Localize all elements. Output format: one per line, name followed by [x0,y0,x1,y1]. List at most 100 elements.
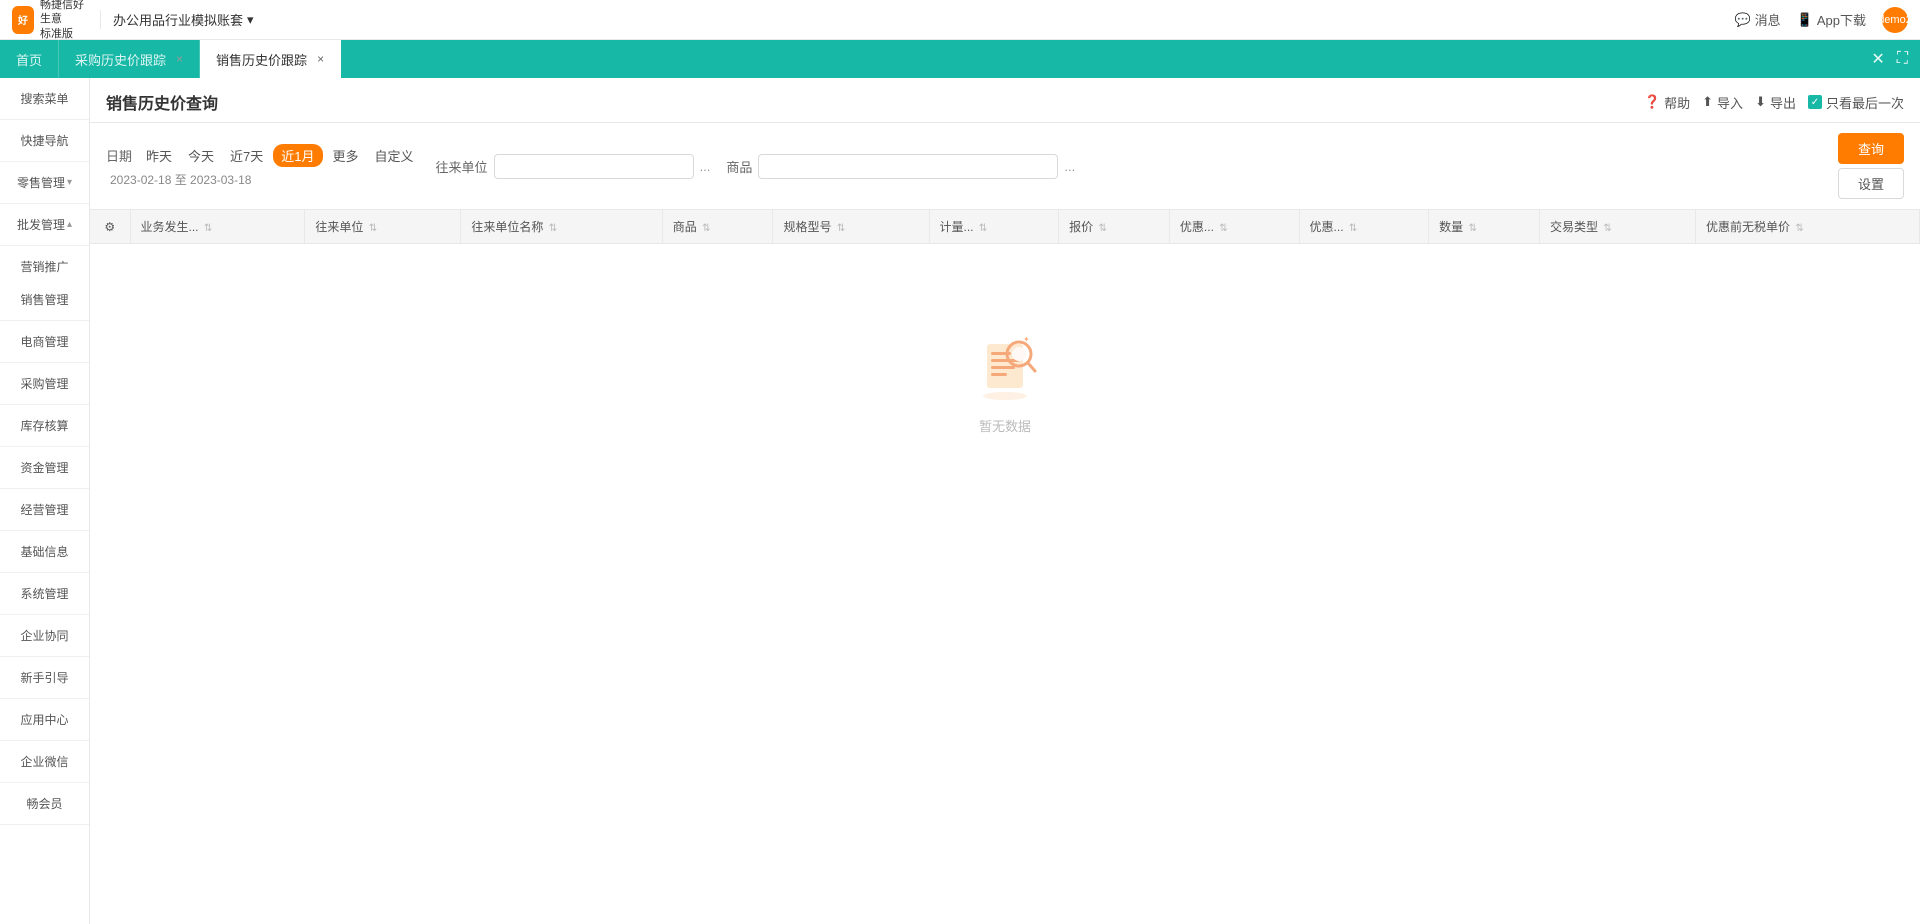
svg-text:✦: ✦ [1023,335,1030,344]
checkbox-icon [1808,95,1822,109]
product-label: 商品 [726,157,752,176]
chevron-down-icon: ▾ [67,177,72,188]
gear-icon[interactable]: ⚙ [104,220,115,234]
product-input[interactable] [758,154,1058,179]
sort-icon: ⇅ [1603,223,1611,234]
sort-icon: ⇅ [837,223,845,234]
tab-sales-history[interactable]: 销售历史价跟踪 × [200,40,341,78]
sort-icon: ⇅ [1349,223,1357,234]
main-layout: 搜索菜单 快捷导航 零售管理 ▾ 批发管理 ▴ 营销推广 销售管理 电商管理 采… [0,78,1920,924]
sort-icon: ⇅ [369,223,377,234]
sidebar-item-corp-wechat[interactable]: 企业微信 [0,741,89,783]
date-today[interactable]: 今天 [182,144,220,167]
page-header: 销售历史价查询 ❓ 帮助 ⬆ 导入 ⬇ 导出 [90,78,1920,123]
date-yesterday[interactable]: 昨天 [140,144,178,167]
date-1month[interactable]: 近1月 [273,144,322,167]
app-selector[interactable]: 办公用品行业模拟账套 ▾ [100,10,254,29]
counterparty-filter-group: 往来单位 ... [436,154,711,179]
sidebar-item-basic-info[interactable]: 基础信息 [0,531,89,573]
date-custom[interactable]: 自定义 [369,144,420,167]
top-bar-left: 好 畅捷信好生意 标准版 办公用品行业模拟账套 ▾ [12,0,254,41]
app-download-button[interactable]: 📱 App下载 [1797,10,1866,29]
sort-icon: ⇅ [549,223,557,234]
empty-state: ✦ 暂无数据 [90,244,1920,515]
logo-icon: 好 [12,6,34,34]
table-col-quote[interactable]: 报价 ⇅ [1059,210,1170,244]
table-col-discount1[interactable]: 优惠... ⇅ [1169,210,1299,244]
query-button[interactable]: 查询 [1838,133,1904,164]
tab-sales-close[interactable]: × [317,52,324,66]
table-col-gear[interactable]: ⚙ [90,210,130,244]
tab-bar: 首页 采购历史价跟踪 × 销售历史价跟踪 × ✕ ⛶ [0,40,1920,78]
sort-icon: ⇅ [979,223,987,234]
import-icon: ⬆ [1702,94,1713,110]
logo-text: 畅捷信好生意 标准版 [40,0,92,41]
sort-icon: ⇅ [1219,223,1227,234]
product-dots[interactable]: ... [1064,159,1075,174]
tab-expand-icon[interactable]: ⛶ [1897,50,1908,68]
sidebar-item-membership[interactable]: 畅会员 [0,783,89,825]
page-container: 销售历史价查询 ❓ 帮助 ⬆ 导入 ⬇ 导出 [90,78,1920,924]
table-col-unit[interactable]: 计量... ⇅ [929,210,1059,244]
sidebar-item-newbie[interactable]: 新手引导 [0,657,89,699]
user-menu[interactable]: demo2 [1882,7,1908,33]
download-icon: 📱 [1797,12,1813,28]
avatar: demo2 [1882,7,1908,33]
logo-area: 好 畅捷信好生意 标准版 [12,0,92,41]
sidebar-item-system[interactable]: 系统管理 [0,573,89,615]
table-col-discount2[interactable]: 优惠... ⇅ [1299,210,1429,244]
empty-text: 暂无数据 [979,416,1031,435]
sidebar-item-inventory[interactable]: 库存核算 [0,405,89,447]
counterparty-dots[interactable]: ... [700,159,711,174]
sidebar-item-operations[interactable]: 经营管理 [0,489,89,531]
sidebar: 搜索菜单 快捷导航 零售管理 ▾ 批发管理 ▴ 营销推广 销售管理 电商管理 采… [0,78,90,924]
sidebar-item-marketing[interactable]: 营销推广 [0,250,89,283]
sidebar-item-app-center[interactable]: 应用中心 [0,699,89,741]
filter-area: 日期 昨天 今天 近7天 近1月 更多 自定义 2023-02-18 至 202… [90,123,1920,210]
tab-close-all-icon[interactable]: ✕ [1871,49,1884,69]
export-button[interactable]: ⬇ 导出 [1755,93,1796,112]
sidebar-item-retail-mgmt[interactable]: 零售管理 ▾ [0,162,89,204]
sort-icon: ⇅ [204,223,212,234]
table-col-trade-type[interactable]: 交易类型 ⇅ [1539,210,1695,244]
counterparty-input[interactable] [494,154,694,179]
page-title: 销售历史价查询 [106,90,218,114]
tab-purchase-close[interactable]: × [176,52,183,66]
sidebar-item-wholesale-mgmt[interactable]: 批发管理 ▴ [0,204,89,246]
top-bar: 好 畅捷信好生意 标准版 办公用品行业模拟账套 ▾ 💬 消息 📱 App下载 d… [0,0,1920,40]
chevron-down-icon: ▾ [247,12,254,28]
date-7days[interactable]: 近7天 [224,144,269,167]
tab-bar-actions: ✕ ⛶ [1859,40,1920,78]
data-table: ⚙ 业务发生... ⇅ 往来单位 ⇅ 往来单位名称 [90,210,1920,244]
table-col-pre-tax[interactable]: 优惠前无税单价 ⇅ [1695,210,1919,244]
tab-purchase-history[interactable]: 采购历史价跟踪 × [59,40,200,78]
table-col-spec[interactable]: 规格型号 ⇅ [773,210,929,244]
tab-home[interactable]: 首页 [0,40,59,78]
table-col-product[interactable]: 商品 ⇅ [662,210,773,244]
product-filter-group: 商品 ... [726,154,1075,179]
table-col-quantity[interactable]: 数量 ⇅ [1429,210,1540,244]
empty-icon: ✦ [965,324,1045,404]
sidebar-item-finance[interactable]: 资金管理 [0,447,89,489]
empty-illustration: ✦ [965,324,1045,404]
settings-button[interactable]: 设置 [1838,168,1904,199]
sidebar-item-enterprise[interactable]: 企业协同 [0,615,89,657]
table-col-counterparty-name[interactable]: 往来单位名称 ⇅ [461,210,662,244]
help-button[interactable]: ❓ 帮助 [1644,93,1690,112]
sidebar-item-sales-mgmt[interactable]: 销售管理 [0,283,89,316]
message-button[interactable]: 💬 消息 [1734,10,1780,29]
message-icon: 💬 [1734,12,1750,28]
sort-icon: ⇅ [702,223,710,234]
table-col-biz-date[interactable]: 业务发生... ⇅ [130,210,305,244]
import-button[interactable]: ⬆ 导入 [1702,93,1743,112]
date-more[interactable]: 更多 [327,144,365,167]
sidebar-item-ecommerce[interactable]: 电商管理 [0,321,89,363]
sidebar-item-quick-nav[interactable]: 快捷导航 [0,120,89,162]
sort-icon: ⇅ [1099,223,1107,234]
table-col-counterparty-code[interactable]: 往来单位 ⇅ [305,210,461,244]
top-bar-right: 💬 消息 📱 App下载 demo2 [1734,7,1908,33]
sidebar-item-search-menu[interactable]: 搜索菜单 [0,78,89,120]
date-range-display: 2023-02-18 至 2023-03-18 [110,173,251,187]
only-last-checkbox[interactable]: 只看最后一次 [1808,93,1904,112]
sidebar-item-purchase[interactable]: 采购管理 [0,363,89,405]
